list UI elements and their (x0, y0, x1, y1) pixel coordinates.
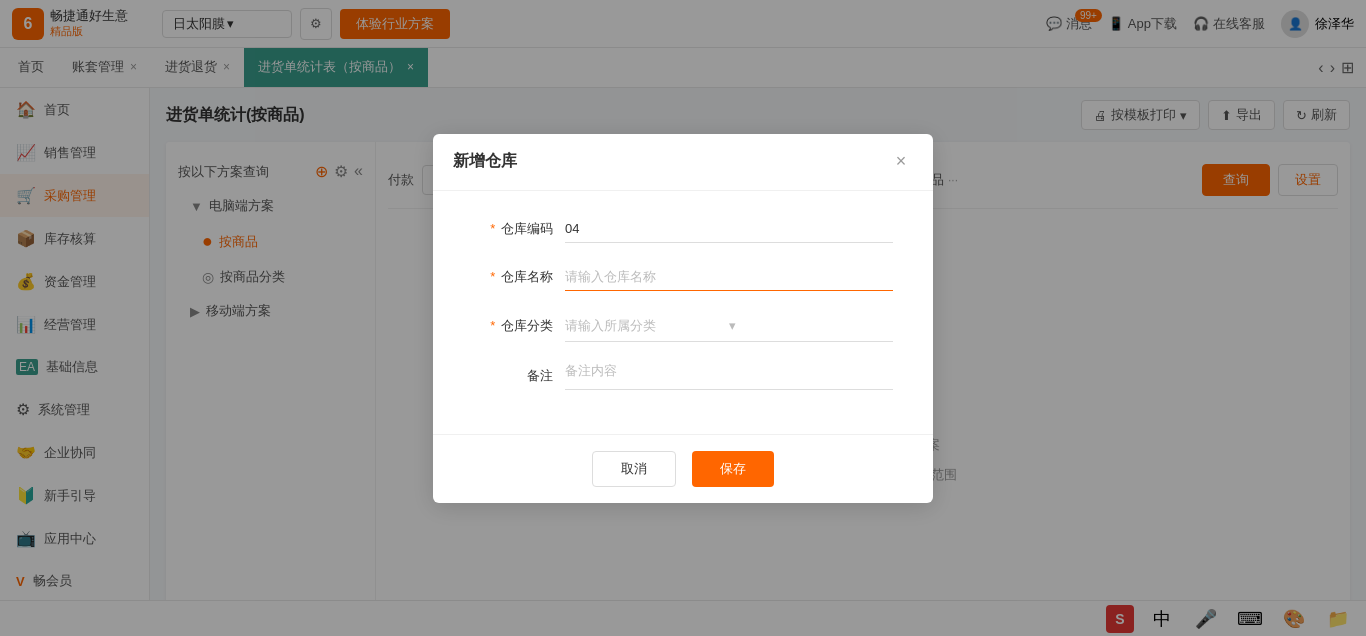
form-row-note: 备注 (473, 362, 893, 390)
cancel-button[interactable]: 取消 (592, 451, 676, 487)
dialog-close-button[interactable]: × (889, 150, 913, 174)
dialog-title: 新增仓库 (453, 151, 517, 172)
form-row-category: * 仓库分类 请输入所属分类 ▾ (473, 311, 893, 342)
add-warehouse-dialog: 新增仓库 × * 仓库编码 * 仓库名称 (433, 134, 933, 503)
category-arrow-icon: ▾ (729, 318, 893, 333)
category-label: * 仓库分类 (473, 317, 553, 335)
dialog-header: 新增仓库 × (433, 134, 933, 191)
name-label: * 仓库名称 (473, 268, 553, 286)
dialog-footer: 取消 保存 (433, 434, 933, 503)
form-row-code: * 仓库编码 (473, 215, 893, 243)
note-textarea[interactable] (565, 362, 893, 390)
code-label: * 仓库编码 (473, 220, 553, 238)
form-row-name: * 仓库名称 (473, 263, 893, 291)
dialog-overlay: 新增仓库 × * 仓库编码 * 仓库名称 (0, 0, 1366, 636)
note-label: 备注 (473, 367, 553, 385)
save-button[interactable]: 保存 (692, 451, 774, 487)
code-input[interactable] (565, 215, 893, 243)
name-input[interactable] (565, 263, 893, 291)
dialog-body: * 仓库编码 * 仓库名称 * 仓库分类 请输入所属 (433, 191, 933, 434)
category-select[interactable]: 请输入所属分类 ▾ (565, 311, 893, 342)
